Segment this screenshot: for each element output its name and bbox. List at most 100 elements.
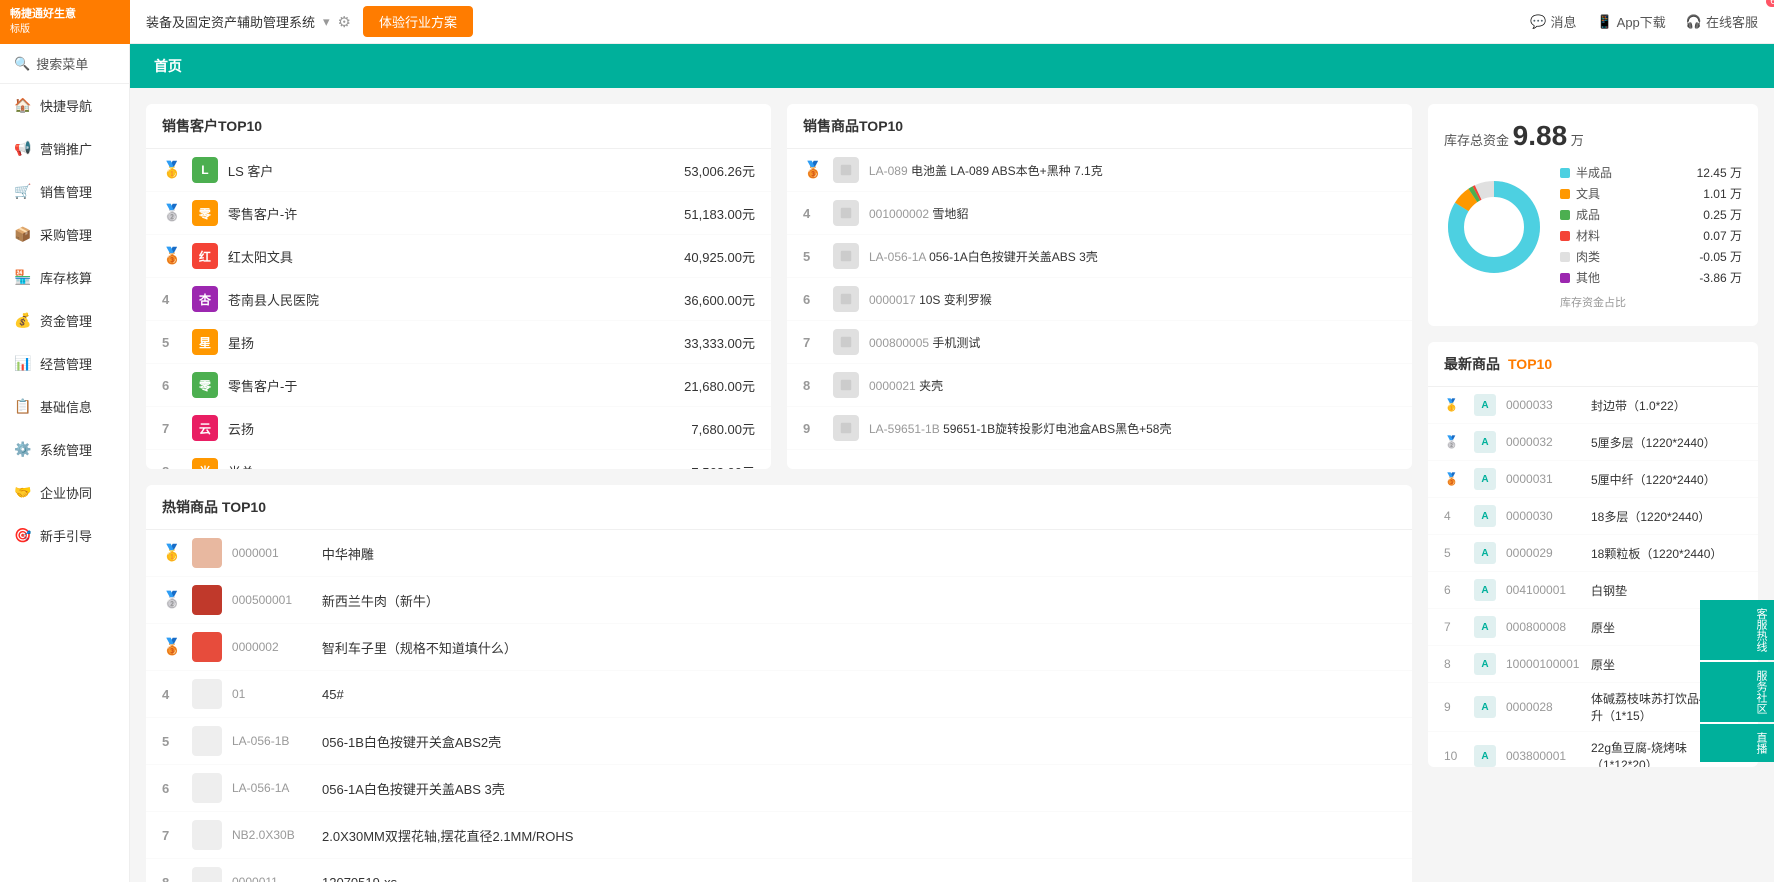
sidebar-search[interactable]: 🔍 搜索菜单 bbox=[0, 44, 129, 84]
live-btn[interactable]: 直播 bbox=[1700, 724, 1774, 762]
product-thumb: A bbox=[1474, 616, 1496, 638]
sidebar-item-system[interactable]: ⚙️ 系统管理 bbox=[0, 428, 129, 471]
legend-dot bbox=[1560, 231, 1570, 241]
product-thumbnail bbox=[192, 773, 222, 803]
table-row: 6 0000017 10S 变利罗猴 bbox=[787, 278, 1412, 321]
legend-item: 肉类 -0.05 万 bbox=[1560, 248, 1742, 265]
list-item: 8 0000011 12070519-xs bbox=[146, 859, 1412, 882]
service-community-btn[interactable]: 服务社区 bbox=[1700, 662, 1774, 722]
message-icon: 💬 bbox=[1530, 14, 1546, 30]
list-item: 5 A 0000029 18颗粒板（1220*2440） bbox=[1428, 535, 1758, 572]
sales-icon: 🛒 bbox=[14, 183, 32, 201]
headset-icon: 🎧 bbox=[1686, 14, 1702, 30]
table-row: 5 LA-056-1A 056-1A白色按键开关盖ABS 3壳 bbox=[787, 235, 1412, 278]
product-thumb: A bbox=[1474, 394, 1496, 416]
legend-dot bbox=[1560, 189, 1570, 199]
online-service-link[interactable]: 🎧 在线客服 bbox=[1686, 12, 1758, 31]
product-ranking-header: 销售商品TOP10 bbox=[787, 104, 1412, 149]
table-row: 🥉 LA-089 电池盖 LA-089 ABS本色+黑种 7.1克 bbox=[787, 149, 1412, 192]
list-item: 🥈 A 0000032 5厘多层（1220*2440） bbox=[1428, 424, 1758, 461]
legend-item: 其他 -3.86 万 bbox=[1560, 269, 1742, 286]
avatar: 杏 bbox=[192, 286, 218, 312]
layout: 🔍 搜索菜单 🏠 快捷导航 📢 营销推广 🛒 销售管理 📦 采购管理 🏪 库存核… bbox=[0, 44, 1774, 882]
settings-gear-icon[interactable]: ⚙ bbox=[338, 13, 351, 31]
avatar bbox=[833, 372, 859, 398]
avatar bbox=[833, 329, 859, 355]
collab-icon: 🤝 bbox=[14, 484, 32, 502]
system-icon: ⚙️ bbox=[14, 441, 32, 459]
customer-hotline-btn[interactable]: 客服热线 bbox=[1700, 600, 1774, 660]
sidebar-item-finance[interactable]: 💰 资金管理 bbox=[0, 299, 129, 342]
sidebar-item-basic-info[interactable]: 📋 基础信息 bbox=[0, 385, 129, 428]
list-item: 🥇 0000001 中华神雕 bbox=[146, 530, 1412, 577]
medal-icon: 🥈 bbox=[162, 590, 182, 610]
list-item: 4 A 0000030 18多层（1220*2440） bbox=[1428, 498, 1758, 535]
messages-link[interactable]: 💬 消息 6 bbox=[1530, 12, 1576, 31]
product-thumb: A bbox=[1474, 653, 1496, 675]
avatar bbox=[833, 286, 859, 312]
list-item: 🥉 A 0000031 5厘中纤（1220*2440） bbox=[1428, 461, 1758, 498]
table-row: 🥈 零 零售客户-许 51,183.00元 bbox=[146, 192, 771, 235]
dropdown-arrow-icon[interactable]: ▾ bbox=[323, 14, 330, 30]
sidebar-item-purchase[interactable]: 📦 采购管理 bbox=[0, 213, 129, 256]
sidebar-item-sales[interactable]: 🛒 销售管理 bbox=[0, 170, 129, 213]
medal-icon: 🥉 bbox=[803, 160, 823, 180]
legend-item: 半成品 12.45 万 bbox=[1560, 164, 1742, 181]
avatar: 零 bbox=[192, 200, 218, 226]
sidebar-item-collab[interactable]: 🤝 企业协同 bbox=[0, 471, 129, 514]
table-row: 9 LA-59651-1B 59651-1B旋转投影灯电池盒ABS黑色+58壳 bbox=[787, 407, 1412, 450]
table-row: 4 杏 苍南县人民医院 36,600.00元 bbox=[146, 278, 771, 321]
message-badge: 6 bbox=[1766, 0, 1774, 7]
table-row: 6 零 零售客户-于 21,680.00元 bbox=[146, 364, 771, 407]
info-icon: 📋 bbox=[14, 398, 32, 416]
medal-icon: 🥈 bbox=[162, 203, 182, 223]
inventory-icon: 🏪 bbox=[14, 269, 32, 287]
phone-icon: 📱 bbox=[1596, 14, 1612, 30]
app-download-link[interactable]: 📱 App下载 bbox=[1596, 12, 1665, 31]
product-thumb: A bbox=[1474, 542, 1496, 564]
hot-products-header: 热销商品 TOP10 bbox=[146, 485, 1412, 530]
home-tab[interactable]: 首页 bbox=[150, 56, 186, 76]
main-content: 首页 销售客户TOP10 🥇 L bbox=[130, 44, 1774, 882]
app-name: 畅捷通好生意 标版 bbox=[10, 7, 76, 36]
product-thumbnail bbox=[192, 726, 222, 756]
purchase-icon: 📦 bbox=[14, 226, 32, 244]
sidebar-item-operations[interactable]: 📊 经营管理 bbox=[0, 342, 129, 385]
sidebar-item-quicknav[interactable]: 🏠 快捷导航 bbox=[0, 84, 129, 127]
guide-icon: 🎯 bbox=[14, 527, 32, 545]
system-selector[interactable]: 装备及固定资产辅助管理系统 ▾ ⚙ bbox=[146, 12, 351, 31]
list-item: 🥉 0000002 智利车子里（规格不知道填什么） bbox=[146, 624, 1412, 671]
sidebar-item-inventory[interactable]: 🏪 库存核算 bbox=[0, 256, 129, 299]
product-thumb: A bbox=[1474, 696, 1496, 718]
table-row: 🥉 红 红太阳文具 40,925.00元 bbox=[146, 235, 771, 278]
avatar: 星 bbox=[192, 329, 218, 355]
medal-icon: 🥇 bbox=[162, 160, 182, 180]
marketing-icon: 📢 bbox=[14, 140, 32, 158]
hot-products-list: 🥇 0000001 中华神雕 🥈 000500001 新西兰牛肉（新牛） bbox=[146, 530, 1412, 882]
trial-btn[interactable]: 体验行业方案 bbox=[363, 6, 473, 37]
legend-item: 成品 0.25 万 bbox=[1560, 206, 1742, 223]
sidebar-item-marketing[interactable]: 📢 营销推广 bbox=[0, 127, 129, 170]
medal-icon: 🥇 bbox=[162, 543, 182, 563]
product-thumb: A bbox=[1474, 431, 1496, 453]
list-item: 7 NB2.0X30B 2.0X30MM双摆花轴,摆花直径2.1MM/ROHS bbox=[146, 812, 1412, 859]
product-ranking-list: 🥉 LA-089 电池盖 LA-089 ABS本色+黑种 7.1克 bbox=[787, 149, 1412, 450]
page-header: 首页 bbox=[130, 44, 1774, 88]
product-thumbnail bbox=[192, 538, 222, 568]
product-thumb: A bbox=[1474, 505, 1496, 527]
avatar bbox=[833, 415, 859, 441]
donut-chart-section: 半成品 12.45 万 文具 1.01 万 成品 0 bbox=[1444, 164, 1742, 290]
product-thumbnail bbox=[192, 679, 222, 709]
list-item: 4 01 45# bbox=[146, 671, 1412, 718]
product-thumbnail bbox=[192, 820, 222, 850]
avatar: 肖 bbox=[192, 458, 218, 469]
table-row: 4 001000002 雪地貂 bbox=[787, 192, 1412, 235]
sidebar-item-guide[interactable]: 🎯 新手引导 bbox=[0, 514, 129, 557]
list-item: 6 LA-056-1A 056-1A白色按键开关盖ABS 3壳 bbox=[146, 765, 1412, 812]
topbar-right: 💬 消息 6 📱 App下载 🎧 在线客服 bbox=[1530, 12, 1758, 31]
medal-icon: 🥉 bbox=[162, 246, 182, 266]
medal-icon: 🥉 bbox=[162, 637, 182, 657]
avatar: 红 bbox=[192, 243, 218, 269]
inventory-legend: 半成品 12.45 万 文具 1.01 万 成品 0 bbox=[1560, 164, 1742, 290]
system-title: 装备及固定资产辅助管理系统 bbox=[146, 12, 315, 31]
